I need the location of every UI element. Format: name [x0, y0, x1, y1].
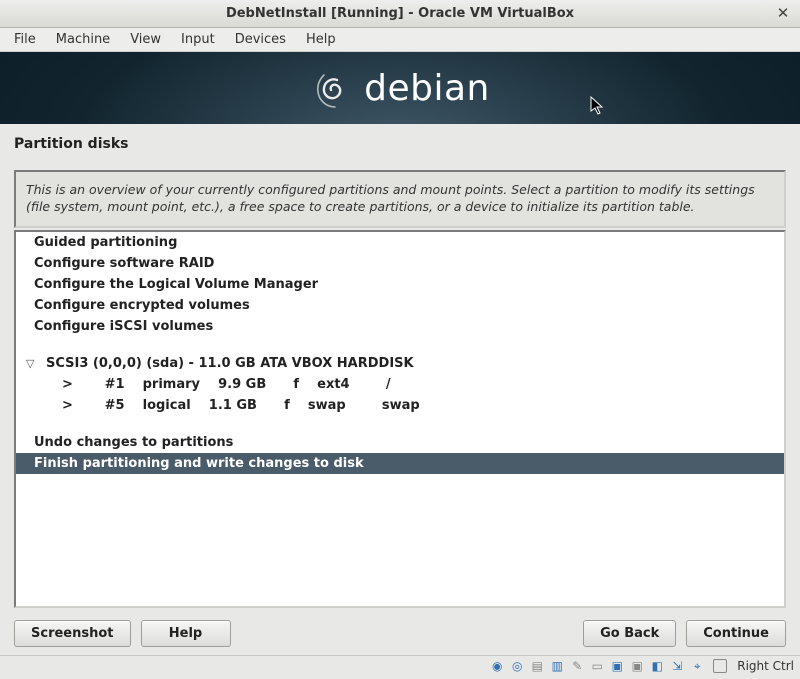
list-item[interactable]: Undo changes to partitions [16, 432, 784, 453]
debian-swirl-icon [310, 65, 356, 111]
info-text: This is an overview of your currently co… [14, 170, 786, 228]
status-network-icon: ▥ [549, 658, 565, 674]
menu-bar: File Machine View Input Devices Help [0, 28, 800, 52]
debian-banner: debian [0, 52, 800, 124]
window-close-button[interactable]: ✕ [774, 4, 792, 22]
host-key-label: Right Ctrl [737, 659, 794, 673]
menu-help[interactable]: Help [298, 30, 344, 49]
partition-row[interactable]: > #5 logical 1.1 GB f swap swap [16, 395, 784, 416]
menu-file[interactable]: File [6, 30, 44, 49]
vm-window: DebNetInstall [Running] - Oracle VM Virt… [0, 0, 800, 679]
menu-view[interactable]: View [122, 30, 169, 49]
list-item[interactable]: Finish partitioning and write changes to… [16, 453, 784, 474]
partition-row[interactable]: > #1 primary 9.9 GB f ext4 / [16, 374, 784, 395]
status-hdd-icon: ◉ [489, 658, 505, 674]
help-button[interactable]: Help [141, 620, 231, 647]
debian-brand-text: debian [364, 68, 490, 109]
status-usb-icon: ✎ [569, 658, 585, 674]
menu-devices[interactable]: Devices [227, 30, 294, 49]
status-drag-drop-icon: ⇲ [669, 658, 685, 674]
window-title: DebNetInstall [Running] - Oracle VM Virt… [0, 6, 800, 21]
page-title: Partition disks [14, 136, 786, 152]
partition-list[interactable]: Guided partitioningConfigure software RA… [14, 230, 786, 608]
status-mouse-icon: ⌖ [689, 658, 705, 674]
continue-button[interactable]: Continue [686, 620, 786, 647]
list-item[interactable]: Configure iSCSI volumes [16, 316, 784, 337]
status-display-icon: ▣ [609, 658, 625, 674]
status-clipboard-icon: ◧ [649, 658, 665, 674]
status-optical-icon: ◎ [509, 658, 525, 674]
status-audio-icon: ▤ [529, 658, 545, 674]
section-header: Partition disks [0, 124, 800, 164]
list-item[interactable]: Configure software RAID [16, 253, 784, 274]
status-shared-folder-icon: ▭ [589, 658, 605, 674]
menu-machine[interactable]: Machine [48, 30, 118, 49]
list-item[interactable]: Guided partitioning [16, 232, 784, 253]
disk-header[interactable]: SCSI3 (0,0,0) (sda) - 11.0 GB ATA VBOX H… [16, 353, 784, 374]
host-key-indicator-icon [713, 659, 727, 673]
list-item[interactable]: Configure encrypted volumes [16, 295, 784, 316]
go-back-button[interactable]: Go Back [583, 620, 676, 647]
footer-buttons: Screenshot Help Go Back Continue [0, 618, 800, 655]
vm-status-bar: ◉ ◎ ▤ ▥ ✎ ▭ ▣ ▣ ◧ ⇲ ⌖ Right Ctrl [0, 655, 800, 677]
window-title-bar: DebNetInstall [Running] - Oracle VM Virt… [0, 0, 800, 28]
status-recording-icon: ▣ [629, 658, 645, 674]
menu-input[interactable]: Input [173, 30, 223, 49]
screenshot-button[interactable]: Screenshot [14, 620, 131, 647]
list-item[interactable]: Configure the Logical Volume Manager [16, 274, 784, 295]
